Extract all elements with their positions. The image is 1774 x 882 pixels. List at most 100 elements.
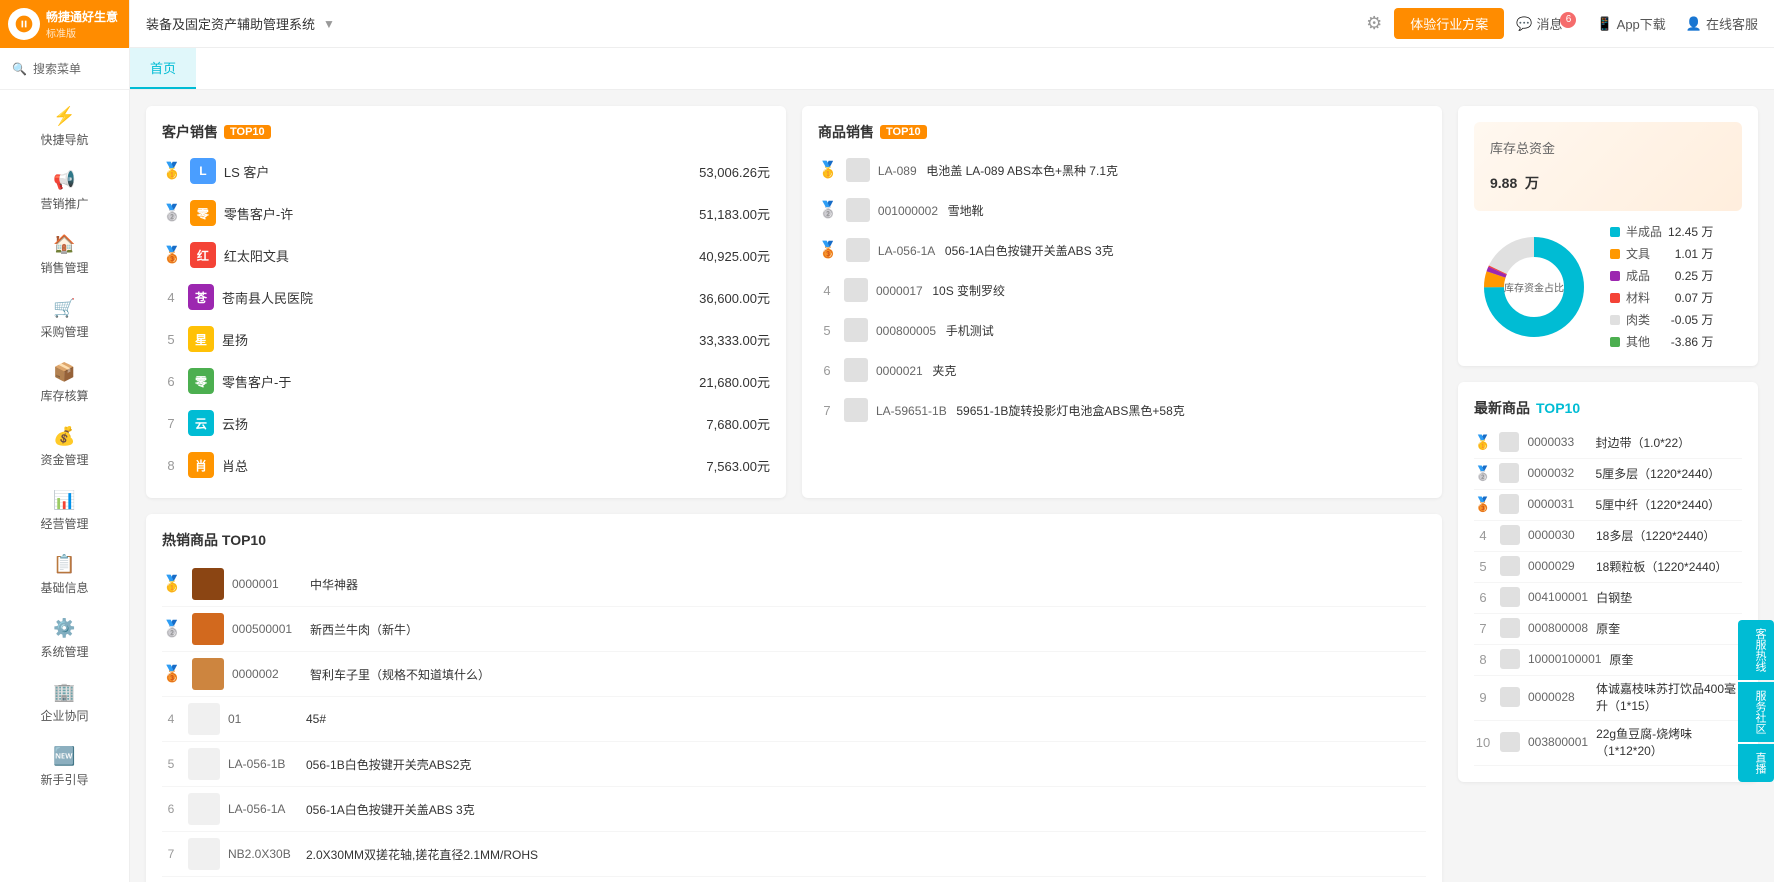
sidebar-item-quicknav[interactable]: ⚡ 快捷导航 bbox=[6, 96, 123, 158]
legend-dot bbox=[1610, 337, 1620, 347]
donut-label: 库存资金占比 bbox=[1504, 279, 1564, 294]
new-product-placeholder bbox=[1499, 494, 1519, 514]
legend-dot bbox=[1610, 271, 1620, 281]
new-rank-num: 10 bbox=[1474, 735, 1492, 750]
top10-row: 客户销售 TOP10 🥇 L LS 客户 53,006.26元 🥈 零 零售客户… bbox=[146, 106, 1442, 498]
chart-area: 库存资金占比 半成品 12.45 万 文具 1.01 万 成品 0.25 万 材… bbox=[1474, 223, 1742, 350]
product-sales-badge: TOP10 bbox=[880, 125, 927, 139]
product-placeholder bbox=[846, 158, 870, 182]
sidebar-item-basic[interactable]: 📋 基础信息 bbox=[6, 544, 123, 606]
customer-sales-title: 客户销售 TOP10 bbox=[162, 122, 770, 142]
legend-label: 材料 bbox=[1626, 289, 1650, 306]
hot-product-item: 8 0000011 12070519-xs bbox=[162, 877, 1426, 882]
hot-rank-medal: 🥉 bbox=[162, 664, 184, 684]
online-service-button[interactable]: 👤 在线客服 bbox=[1686, 14, 1758, 33]
rank-num: 6 bbox=[162, 374, 180, 389]
online-service-label: 在线客服 bbox=[1706, 14, 1758, 33]
new-product-item: 🥇 0000033 封边带（1.0*22） bbox=[1474, 428, 1742, 459]
customer-rank-item: 6 零 零售客户-于 21,680.00元 bbox=[162, 364, 770, 398]
hot-product-item: 7 NB2.0X30B 2.0X30MM双搓花轴,搓花直径2.1MM/ROHS bbox=[162, 832, 1426, 877]
rank-name: 肖总 bbox=[222, 456, 698, 475]
legend-item: 半成品 12.45 万 bbox=[1610, 223, 1713, 240]
messages-badge: 6 bbox=[1560, 12, 1576, 28]
new-product-placeholder bbox=[1500, 649, 1520, 669]
topbar-right: 💬 消息 6 📱 App下载 👤 在线客服 bbox=[1516, 14, 1758, 33]
product-rank-item: 7 LA-59651-1B 59651-1B旋转投影灯电池盒ABS黑色+58克 bbox=[818, 394, 1426, 426]
rank-medal: 🥉 bbox=[162, 245, 182, 265]
rank-medal: 🥉 bbox=[818, 240, 838, 260]
rank-value: 36,600.00元 bbox=[699, 288, 770, 307]
customer-rank-item: 5 星 星扬 33,333.00元 bbox=[162, 322, 770, 356]
rank-num: 4 bbox=[818, 283, 836, 298]
rank-avatar: 红 bbox=[190, 242, 216, 268]
right-panel: 库存总资金 9.88 万 bbox=[1458, 106, 1758, 866]
rank-value: 40,925.00元 bbox=[699, 246, 770, 265]
messages-button[interactable]: 💬 消息 6 bbox=[1516, 14, 1576, 33]
logo-badge: 标准版 bbox=[46, 25, 118, 40]
search-menu-button[interactable]: 🔍 搜索菜单 bbox=[8, 56, 121, 81]
hot-product-img bbox=[192, 568, 224, 600]
new-product-name: 原奎 bbox=[1609, 651, 1742, 668]
hot-rank-num: 5 bbox=[162, 757, 180, 771]
product-sales-card: 商品销售 TOP10 🥇 LA-089 电池盖 LA-089 ABS本色+黑种 … bbox=[802, 106, 1442, 498]
hot-product-item: 6 LA-056-1A 056-1A白色按键开关盖ABS 3克 bbox=[162, 787, 1426, 832]
guide-icon: 🆕 bbox=[53, 746, 75, 767]
rank-medal: 🥈 bbox=[162, 203, 182, 223]
legend-label: 肉类 bbox=[1626, 311, 1650, 328]
product-code: LA-056-1A bbox=[878, 244, 935, 258]
customer-rank-item: 🥈 零 零售客户-许 51,183.00元 bbox=[162, 196, 770, 230]
legend-list: 半成品 12.45 万 文具 1.01 万 成品 0.25 万 材料 0.07 … bbox=[1610, 223, 1713, 350]
hot-product-name: 智利车子里（规格不知道填什么） bbox=[310, 666, 1426, 683]
sidebar-item-purchase[interactable]: 🛒 采购管理 bbox=[6, 288, 123, 350]
sidebar-item-finance[interactable]: 💰 资金管理 bbox=[6, 416, 123, 478]
sales-icon: 🏠 bbox=[53, 234, 75, 255]
hot-products-title: 热销商品 TOP10 bbox=[162, 530, 1426, 550]
legend-label: 其他 bbox=[1626, 333, 1650, 350]
sidebar-item-sales[interactable]: 🏠 销售管理 bbox=[6, 224, 123, 286]
inventory-label: 库存核算 bbox=[40, 387, 88, 404]
customer-rank-item: 🥉 红 红太阳文具 40,925.00元 bbox=[162, 238, 770, 272]
hot-product-code: 0000001 bbox=[232, 577, 302, 591]
new-product-item: 7 000800008 原奎 bbox=[1474, 614, 1742, 645]
hot-product-img bbox=[192, 613, 224, 645]
rank-num: 8 bbox=[162, 458, 180, 473]
sidebar-item-company[interactable]: 🏢 企业协同 bbox=[6, 672, 123, 734]
new-product-code: 003800001 bbox=[1528, 735, 1588, 749]
sidebar-item-marketing[interactable]: 📢 营销推广 bbox=[6, 160, 123, 222]
rank-avatar: 云 bbox=[188, 410, 214, 436]
new-product-placeholder bbox=[1500, 556, 1520, 576]
product-rank-item: 🥇 LA-089 电池盖 LA-089 ABS本色+黑种 7.1克 bbox=[818, 154, 1426, 186]
sidebar-item-system[interactable]: ⚙️ 系统管理 bbox=[6, 608, 123, 670]
logo-area: 畅捷通好生意 标准版 bbox=[0, 0, 129, 48]
tab-homepage[interactable]: 首页 bbox=[130, 48, 196, 89]
inventory-amount-unit: 万 bbox=[1525, 175, 1539, 191]
search-menu-area[interactable]: 🔍 搜索菜单 bbox=[0, 48, 129, 90]
settings-icon[interactable]: ⚙ bbox=[1366, 13, 1382, 34]
sidebar-item-inventory[interactable]: 📦 库存核算 bbox=[6, 352, 123, 414]
trial-button[interactable]: 体验行业方案 bbox=[1394, 8, 1504, 39]
product-name: 59651-1B旋转投影灯电池盒ABS黑色+58克 bbox=[956, 404, 1184, 418]
new-product-item: 9 0000028 体诚嘉枝味苏打饮品400毫升（1*15） bbox=[1474, 676, 1742, 721]
marketing-label: 营销推广 bbox=[40, 195, 88, 212]
legend-dot bbox=[1610, 293, 1620, 303]
dropdown-icon[interactable]: ▼ bbox=[323, 17, 335, 31]
product-code: 000800005 bbox=[876, 324, 936, 338]
sidebar-item-guide[interactable]: 🆕 新手引导 bbox=[6, 736, 123, 798]
app-download-button[interactable]: 📱 App下载 bbox=[1596, 14, 1665, 33]
new-product-placeholder bbox=[1500, 687, 1520, 707]
rank-name: 零售客户-于 bbox=[222, 372, 691, 391]
float-live[interactable]: 直播 bbox=[1738, 744, 1774, 782]
float-customer-service[interactable]: 客服热线 bbox=[1738, 620, 1774, 680]
new-products-title: 最新商品 TOP10 bbox=[1474, 398, 1742, 418]
float-community[interactable]: 服务社区 bbox=[1738, 682, 1774, 742]
rank-num: 7 bbox=[818, 403, 836, 418]
hot-rank-num: 4 bbox=[162, 712, 180, 726]
topbar-title-area: 装备及固定资产辅助管理系统 ▼ bbox=[146, 14, 1354, 33]
sidebar-item-operations[interactable]: 📊 经营管理 bbox=[6, 480, 123, 542]
rank-name: 星扬 bbox=[222, 330, 691, 349]
customer-rank-item: 4 苍 苍南县人民医院 36,600.00元 bbox=[162, 280, 770, 314]
new-product-name: 5厘多层（1220*2440） bbox=[1595, 465, 1742, 482]
product-placeholder bbox=[844, 398, 868, 422]
quicknav-icon: ⚡ bbox=[53, 106, 75, 127]
customer-sales-card: 客户销售 TOP10 🥇 L LS 客户 53,006.26元 🥈 零 零售客户… bbox=[146, 106, 786, 498]
